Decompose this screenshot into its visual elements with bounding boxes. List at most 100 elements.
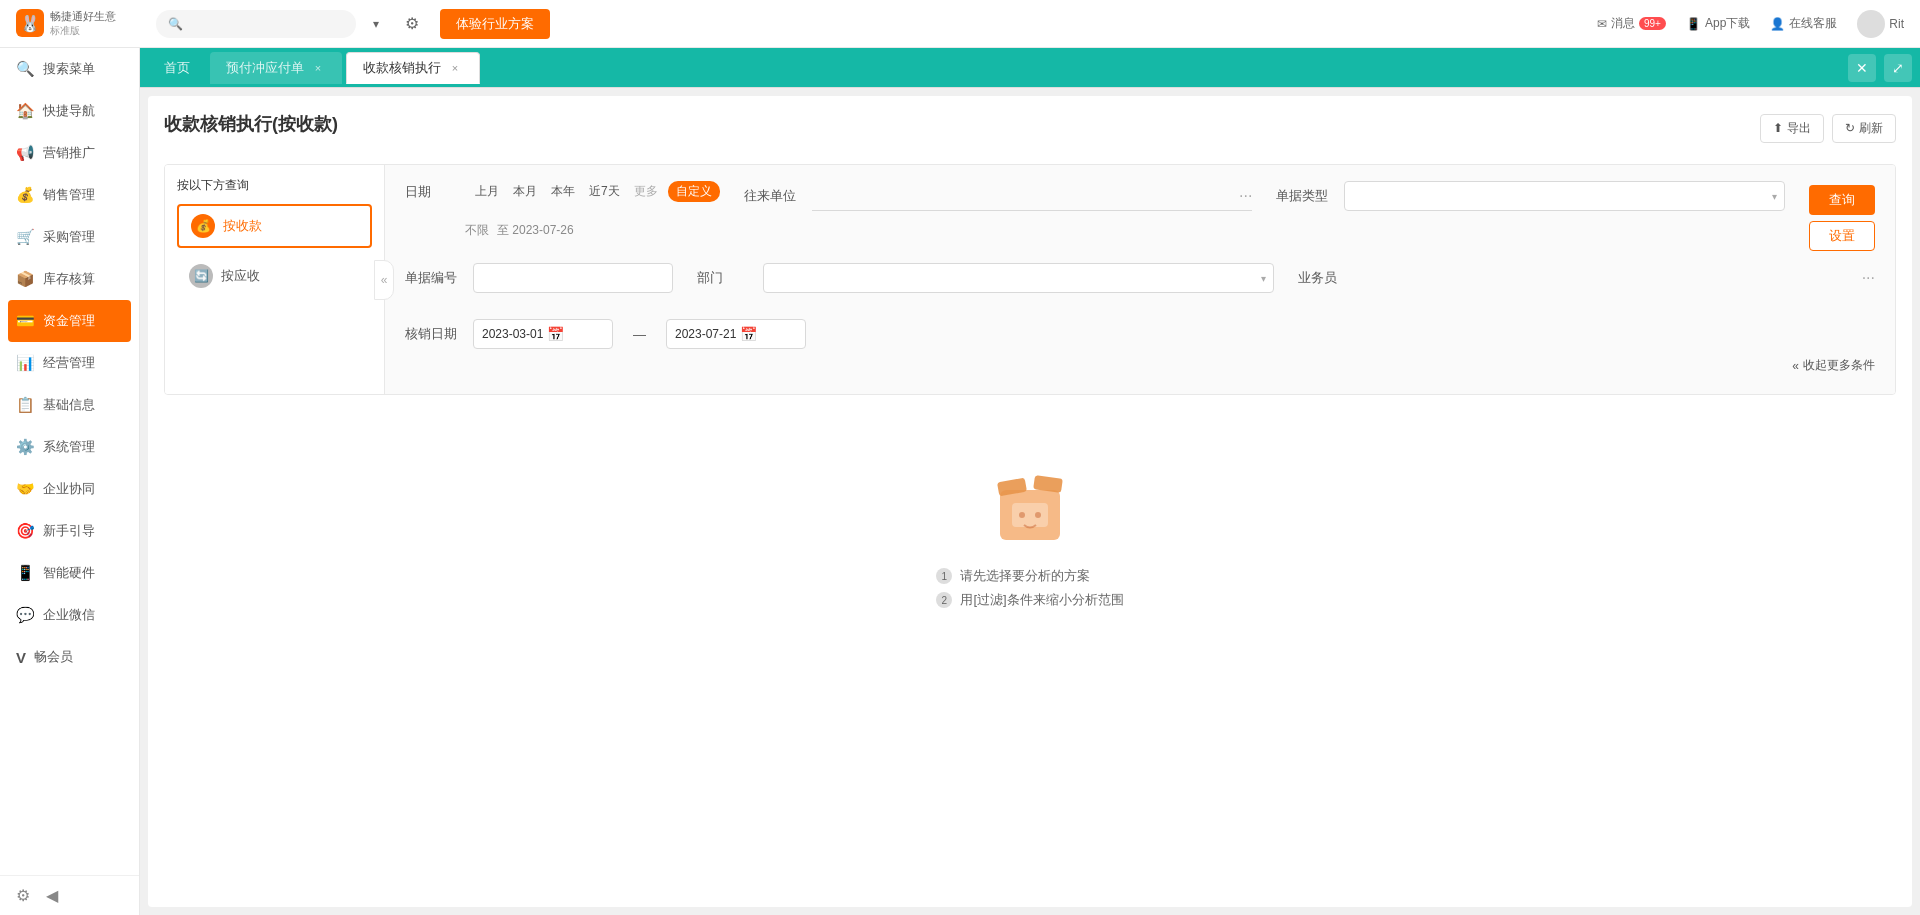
quick-nav-label: 快捷导航 [43,102,95,120]
export-btn[interactable]: ⬆ 导出 [1760,114,1824,143]
verify-date-start-value: 2023-03-01 [482,327,543,341]
business-label: 经营管理 [43,354,95,372]
sidebar-item-purchase[interactable]: 🛒 采购管理 [0,216,139,258]
date-custom[interactable]: 自定义 [668,181,720,202]
query-btn[interactable]: 查询 [1809,185,1875,215]
business-icon: 📊 [16,354,35,372]
service-icon: 👤 [1770,17,1785,31]
sidebar-settings-icon[interactable]: ⚙ [16,886,30,905]
tab-expand-icon[interactable]: ⤢ [1884,54,1912,82]
filter-panel-title: 按以下方查询 [177,177,372,194]
sidebar-item-hardware[interactable]: 📱 智能硬件 [0,552,139,594]
date-this-month[interactable]: 本月 [509,181,541,202]
doc-type-select[interactable] [1344,181,1785,211]
industry-btn[interactable]: 体验行业方案 [440,9,550,39]
refresh-label: 刷新 [1859,120,1883,137]
member-icon: V [16,649,26,666]
tab-advance-payment[interactable]: 预付冲应付单 × [210,52,342,84]
calendar-end-icon: 📅 [740,326,757,342]
guide-label: 新手引导 [43,522,95,540]
tab-advance-payment-close[interactable]: × [310,60,326,76]
sidebar-item-quick-nav[interactable]: 🏠 快捷导航 [0,90,139,132]
quick-nav-icon: 🏠 [16,102,35,120]
filter-staff-row: 业务员 ··· [1298,263,1875,293]
guide-icon: 🎯 [16,522,35,540]
sidebar-item-system[interactable]: ⚙️ 系统管理 [0,426,139,468]
tab-receipt-verify[interactable]: 收款核销执行 × [346,52,480,84]
collapse-icon: « [1792,359,1799,373]
sidebar-item-business[interactable]: 📊 经营管理 [0,342,139,384]
logo-icon: 🐰 [16,9,44,37]
filter-by-receivable[interactable]: 🔄 按应收 [177,256,372,296]
staff-label: 业务员 [1298,269,1348,287]
filter-docno-row: 单据编号 [405,263,673,293]
filter-date-row: 日期 上月 本月 本年 近7天 更多 自定义 [405,181,720,202]
sidebar-item-wechat[interactable]: 💬 企业微信 [0,594,139,636]
message-badge: 99+ [1639,17,1666,30]
refresh-icon: ↻ [1845,121,1855,135]
sales-icon: 💰 [16,186,35,204]
by-receipt-icon: 💰 [191,214,215,238]
app-logo: 🐰 畅捷通好生意 标准版 [16,9,156,37]
filter-right-panel: 日期 上月 本月 本年 近7天 更多 自定义 [385,165,1895,394]
dropdown-arrow[interactable]: ▾ [364,12,388,36]
date-7days[interactable]: 近7天 [585,181,624,202]
sales-label: 销售管理 [43,186,95,204]
collapse-more-btn[interactable]: « 收起更多条件 [405,349,1875,378]
date-more[interactable]: 更多 [630,181,662,202]
sidebar-bottom: ⚙ ◀ [0,875,139,915]
sidebar-item-basic-info[interactable]: 📋 基础信息 [0,384,139,426]
verify-date-end-wrap[interactable]: 2023-07-21 📅 [666,319,806,349]
sidebar-item-search-menu[interactable]: 🔍 搜索菜单 [0,48,139,90]
settings-gear-icon[interactable]: ⚙ [396,8,428,40]
tab-close-all-icon[interactable]: ✕ [1848,54,1876,82]
tab-receipt-verify-label: 收款核销执行 [363,59,441,77]
sidebar-item-finance[interactable]: 💳 资金管理 [8,300,131,342]
sidebar: 🔍 搜索菜单 🏠 快捷导航 📢 营销推广 💰 销售管理 🛒 采购管理 📦 库存核… [0,48,140,915]
date-last-month[interactable]: 上月 [471,181,503,202]
date-this-year[interactable]: 本年 [547,181,579,202]
date-range-separator: — [629,327,650,342]
counterparty-dots[interactable]: ··· [1239,187,1252,205]
empty-hint-2: 2 用[过滤]条件来缩小分析范围 [936,591,1123,609]
dept-select[interactable] [763,263,1274,293]
sidebar-item-member[interactable]: V 畅会员 [0,636,139,678]
enterprise-label: 企业协同 [43,480,95,498]
filter-by-receipt[interactable]: 💰 按收款 [177,204,372,248]
inventory-label: 库存核算 [43,270,95,288]
sidebar-collapse-icon[interactable]: ◀ [46,886,58,905]
doc-type-select-wrap [1344,181,1785,211]
tab-home[interactable]: 首页 [148,52,206,84]
verify-date-start-wrap[interactable]: 2023-03-01 📅 [473,319,613,349]
svg-point-5 [1035,512,1041,518]
search-icon: 🔍 [168,17,183,31]
tab-receipt-verify-close[interactable]: × [447,60,463,76]
sidebar-item-sales[interactable]: 💰 销售管理 [0,174,139,216]
sidebar-item-enterprise[interactable]: 🤝 企业协同 [0,468,139,510]
system-label: 系统管理 [43,438,95,456]
app-download-btn[interactable]: 📱 App下载 [1686,15,1750,32]
by-receivable-icon: 🔄 [189,264,213,288]
refresh-btn[interactable]: ↻ 刷新 [1832,114,1896,143]
hardware-label: 智能硬件 [43,564,95,582]
messages-btn[interactable]: ✉ 消息 99+ [1597,15,1666,32]
doc-no-input[interactable] [473,263,673,293]
filter-section: 按以下方查询 💰 按收款 🔄 按应收 « [164,164,1896,395]
settings-btn[interactable]: 设置 [1809,221,1875,251]
app-download-icon: 📱 [1686,17,1701,31]
left-panel-collapse-arrow[interactable]: « [374,260,394,300]
finance-label: 资金管理 [43,312,95,330]
user-avatar-area[interactable]: Rit [1857,10,1904,38]
sidebar-item-guide[interactable]: 🎯 新手引导 [0,510,139,552]
date-unlimited-label: 不限 [465,222,489,239]
sidebar-item-inventory[interactable]: 📦 库存核算 [0,258,139,300]
hint-text-2: 用[过滤]条件来缩小分析范围 [960,591,1123,609]
search-menu-label: 搜索菜单 [43,60,95,78]
page-title: 收款核销执行(按收款) [164,112,338,136]
member-label: 畅会员 [34,648,73,666]
staff-dots[interactable]: ··· [1862,269,1875,287]
enterprise-icon: 🤝 [16,480,35,498]
search-box[interactable]: 🔍 [156,10,356,38]
sidebar-item-marketing[interactable]: 📢 营销推广 [0,132,139,174]
online-service-btn[interactable]: 👤 在线客服 [1770,15,1837,32]
